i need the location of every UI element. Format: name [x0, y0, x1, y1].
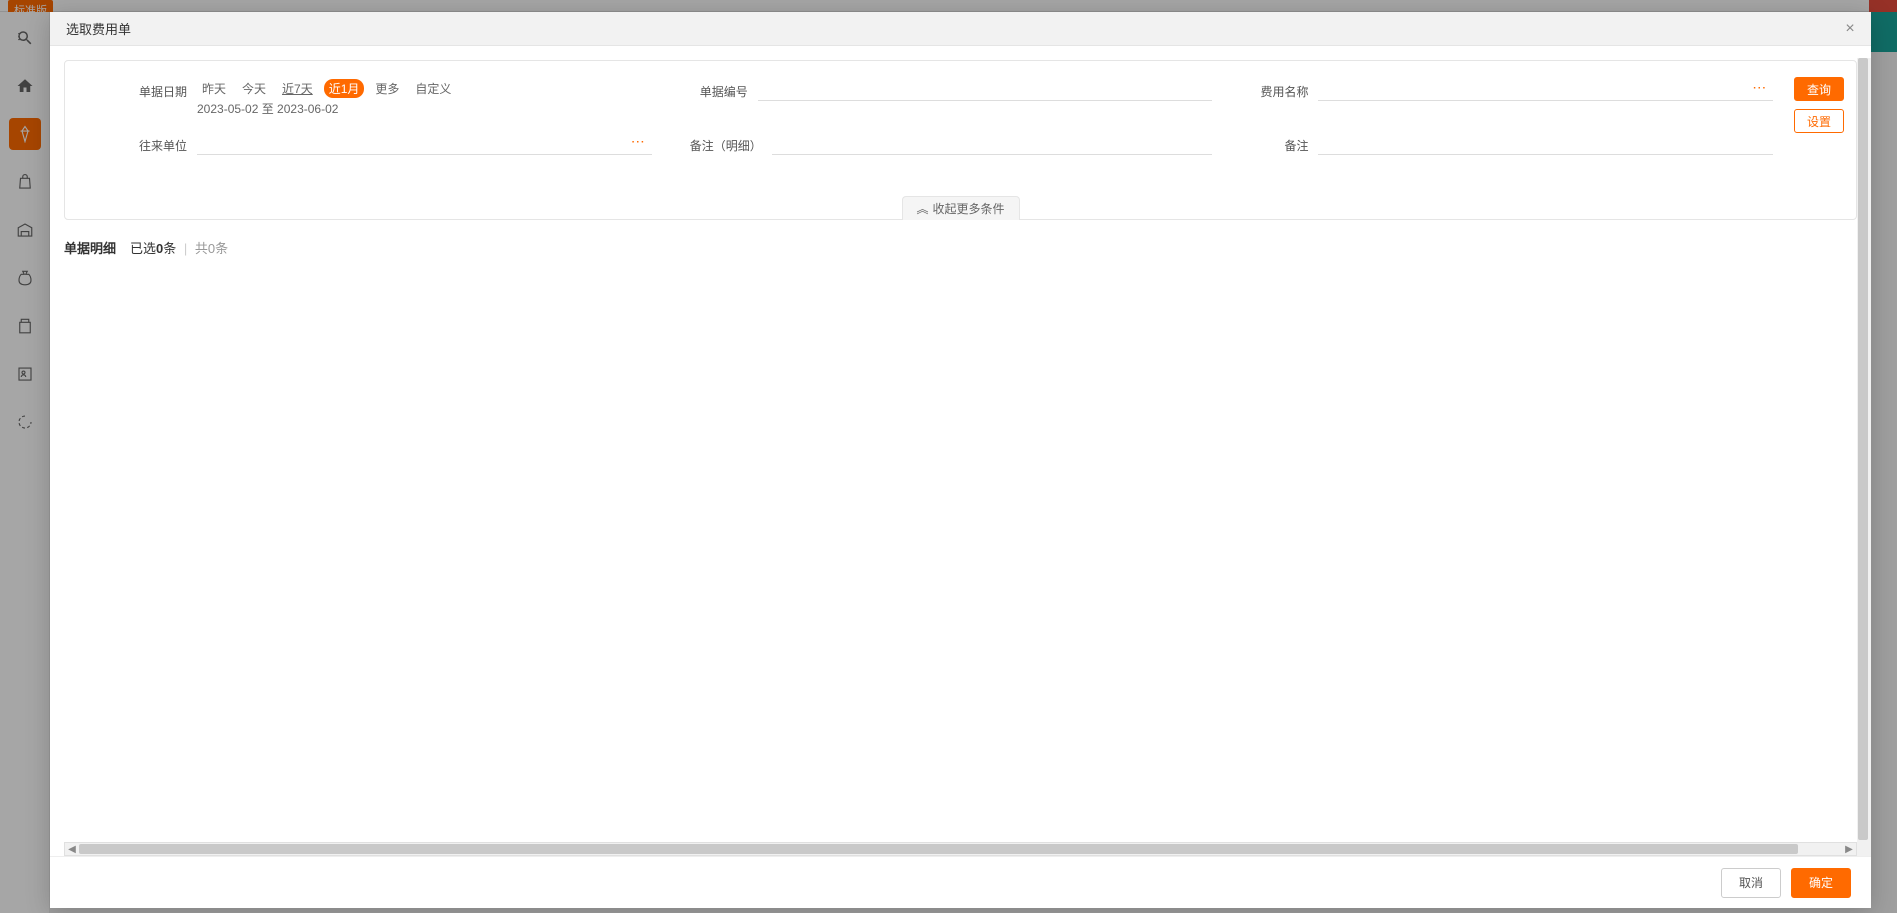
input-partner[interactable] — [197, 133, 652, 155]
scroll-left-icon[interactable]: ◀ — [65, 843, 79, 855]
label-doc-no: 单据编号 — [672, 79, 758, 100]
collapse-label: 收起更多条件 — [933, 200, 1005, 217]
detail-header: 单据明细 已选0条 | 共0条 — [64, 238, 1857, 257]
modal-close-button[interactable]: × — [1841, 20, 1859, 38]
input-doc-no[interactable] — [758, 79, 1213, 101]
modal-body: 单据日期 昨天 今天 近7天 近1月 更多 自定义 2023-05-02 至 2… — [50, 46, 1871, 856]
input-remark-detail[interactable] — [772, 133, 1213, 155]
chip-yesterday[interactable]: 昨天 — [197, 79, 231, 98]
chip-last7[interactable]: 近7天 — [277, 79, 318, 98]
filter-actions: 查询 设置 — [1794, 77, 1844, 133]
horizontal-scrollbar-thumb[interactable] — [79, 844, 1798, 854]
label-partner: 往来单位 — [111, 133, 197, 154]
label-remark: 备注 — [1232, 133, 1318, 154]
collapse-conditions-button[interactable]: ︽ 收起更多条件 — [901, 196, 1019, 220]
input-fee-name[interactable] — [1318, 79, 1773, 101]
scroll-right-icon[interactable]: ▶ — [1842, 843, 1856, 855]
settings-button[interactable]: 设置 — [1794, 109, 1844, 133]
detail-title: 单据明细 — [64, 238, 116, 257]
confirm-button[interactable]: 确定 — [1791, 868, 1851, 898]
horizontal-scrollbar[interactable]: ◀ ▶ — [64, 842, 1857, 856]
cancel-button[interactable]: 取消 — [1721, 868, 1781, 898]
input-remark[interactable] — [1318, 133, 1773, 155]
label-date: 单据日期 — [111, 79, 197, 100]
detail-grid-area: ◀ ▶ — [64, 265, 1857, 856]
query-button[interactable]: 查询 — [1794, 77, 1844, 101]
chip-today[interactable]: 今天 — [237, 79, 271, 98]
chip-more[interactable]: 更多 — [370, 79, 404, 98]
detail-stats: 已选0条 | 共0条 — [130, 238, 228, 257]
date-range-text: 2023-05-02 至 2023-06-02 — [197, 100, 652, 117]
label-remark-detail: 备注（明细） — [672, 133, 772, 154]
vertical-scrollbar[interactable] — [1857, 58, 1871, 856]
chip-custom[interactable]: 自定义 — [410, 79, 456, 98]
chevron-up-icon: ︽ — [916, 200, 928, 217]
chip-last1m[interactable]: 近1月 — [324, 79, 365, 98]
detail-total: 共0条 — [195, 241, 228, 256]
select-fee-modal: 选取费用单 × 单据日期 昨天 今天 近7天 近1月 更多 自定义 — [50, 12, 1871, 908]
vertical-scrollbar-thumb[interactable] — [1858, 58, 1868, 840]
partner-picker-icon[interactable]: ⋯ — [631, 133, 646, 150]
fee-name-picker-icon[interactable]: ⋯ — [1752, 79, 1767, 96]
label-fee-name: 费用名称 — [1232, 79, 1318, 100]
filter-card: 单据日期 昨天 今天 近7天 近1月 更多 自定义 2023-05-02 至 2… — [64, 60, 1857, 220]
modal-title: 选取费用单 — [66, 19, 131, 38]
date-range-chips: 昨天 今天 近7天 近1月 更多 自定义 — [197, 79, 652, 98]
modal-footer: 取消 确定 — [50, 856, 1871, 908]
modal-header: 选取费用单 × — [50, 12, 1871, 46]
